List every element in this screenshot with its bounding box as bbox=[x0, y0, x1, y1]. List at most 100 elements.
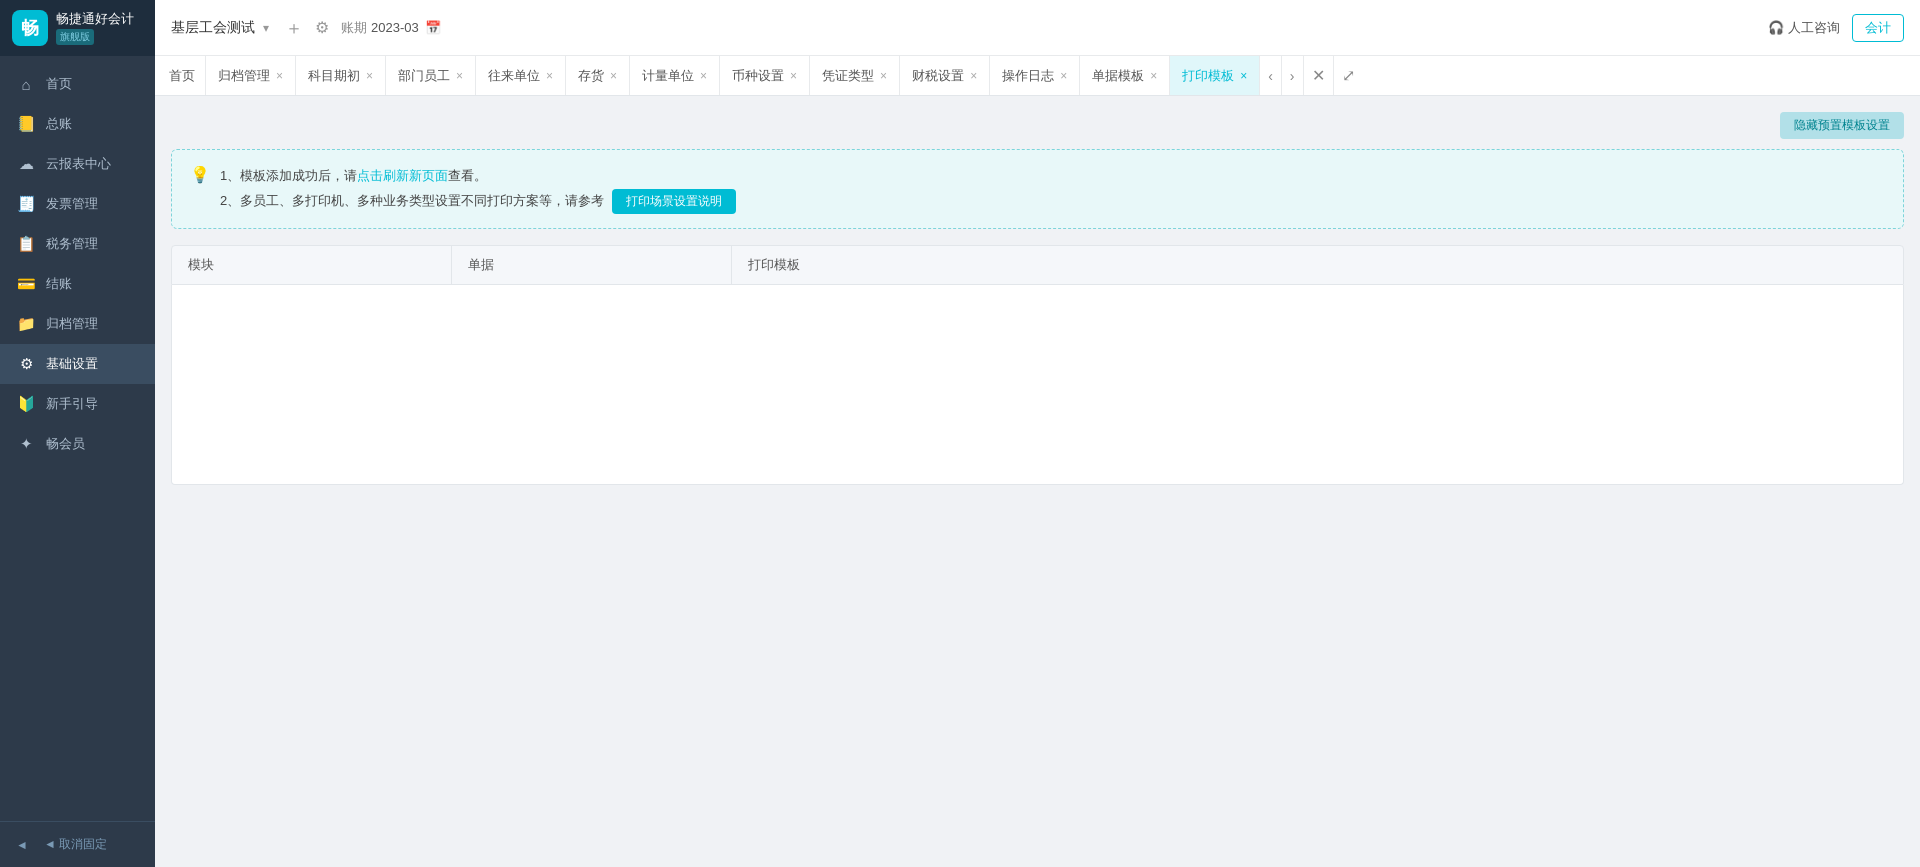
tab-subject-close-icon[interactable]: × bbox=[366, 70, 373, 82]
tab-voucher-label: 凭证类型 bbox=[822, 67, 874, 85]
sidebar-item-closing[interactable]: 💳 结账 bbox=[0, 264, 155, 304]
sidebar-logo: 畅 畅捷通好会计 旗舰版 bbox=[0, 0, 155, 56]
member-icon: ✦ bbox=[16, 435, 36, 453]
tab-print-template[interactable]: 打印模板 × bbox=[1170, 56, 1260, 96]
closing-icon: 💳 bbox=[16, 275, 36, 293]
period-info: 账期 2023-03 📅 bbox=[341, 19, 441, 37]
tab-prev-button[interactable]: ‹ bbox=[1260, 56, 1282, 96]
table-col-print-template: 打印模板 bbox=[732, 246, 1903, 284]
sidebar-unpin-button[interactable]: ◄ ◄ 取消固定 bbox=[0, 821, 155, 867]
tab-currency[interactable]: 币种设置 × bbox=[720, 56, 810, 96]
period-value: 2023-03 bbox=[371, 20, 419, 35]
info-refresh-link[interactable]: 点击刷新新页面 bbox=[357, 168, 448, 183]
sidebar-item-ledger[interactable]: 📒 总账 bbox=[0, 104, 155, 144]
tab-archive-label: 归档管理 bbox=[218, 67, 270, 85]
tab-archive[interactable]: 归档管理 × bbox=[206, 56, 296, 96]
top-bar: 基层工会测试 ▾ ＋ ⚙ 账期 2023-03 📅 🎧 人工咨询 会计 bbox=[155, 0, 1920, 56]
tab-inventory-close-icon[interactable]: × bbox=[610, 70, 617, 82]
info-text: 1、模板添加成功后，请点击刷新新页面查看。 2、多员工、多打印机、多种业务类型设… bbox=[220, 164, 736, 214]
company-chevron-icon: ▾ bbox=[263, 21, 269, 35]
guide-icon: 🔰 bbox=[16, 395, 36, 413]
sidebar-item-label: 新手引导 bbox=[46, 395, 98, 413]
sidebar-item-label: 归档管理 bbox=[46, 315, 98, 333]
sidebar-nav: ⌂ 首页 📒 总账 ☁ 云报表中心 🧾 发票管理 📋 税务管理 💳 结账 📁 归… bbox=[0, 56, 155, 821]
tab-department[interactable]: 部门员工 × bbox=[386, 56, 476, 96]
tab-tax-settings[interactable]: 财税设置 × bbox=[900, 56, 990, 96]
home-icon: ⌂ bbox=[16, 76, 36, 93]
logo-badge: 旗舰版 bbox=[56, 29, 94, 45]
sidebar-item-member[interactable]: ✦ 畅会员 bbox=[0, 424, 155, 464]
tab-unit-label: 计量单位 bbox=[642, 67, 694, 85]
tab-inventory-label: 存货 bbox=[578, 67, 604, 85]
tab-currency-label: 币种设置 bbox=[732, 67, 784, 85]
tab-subject[interactable]: 科目期初 × bbox=[296, 56, 386, 96]
hide-template-button[interactable]: 隐藏预置模板设置 bbox=[1780, 112, 1904, 139]
account-button[interactable]: 会计 bbox=[1852, 14, 1904, 42]
explain-button[interactable]: 打印场景设置说明 bbox=[612, 189, 736, 214]
tab-next-button[interactable]: › bbox=[1282, 56, 1304, 96]
tab-inventory[interactable]: 存货 × bbox=[566, 56, 630, 96]
info-line2-prefix: 2、多员工、多打印机、多种业务类型设置不同打印方案等，请参考 bbox=[220, 189, 604, 214]
table-body bbox=[171, 285, 1904, 485]
sidebar-item-label: 税务管理 bbox=[46, 235, 98, 253]
tab-partner[interactable]: 往来单位 × bbox=[476, 56, 566, 96]
top-bar-actions: ＋ ⚙ bbox=[285, 16, 329, 40]
tab-partner-label: 往来单位 bbox=[488, 67, 540, 85]
tab-tax-settings-close-icon[interactable]: × bbox=[970, 70, 977, 82]
company-name: 基层工会测试 bbox=[171, 19, 255, 37]
tab-expand-button[interactable]: ⤢ bbox=[1334, 56, 1363, 96]
reports-icon: ☁ bbox=[16, 155, 36, 173]
tab-department-close-icon[interactable]: × bbox=[456, 70, 463, 82]
sidebar-item-label: 发票管理 bbox=[46, 195, 98, 213]
table-header: 模块 单据 打印模板 bbox=[171, 245, 1904, 285]
tab-unit-close-icon[interactable]: × bbox=[700, 70, 707, 82]
tab-partner-close-icon[interactable]: × bbox=[546, 70, 553, 82]
sidebar-item-reports[interactable]: ☁ 云报表中心 bbox=[0, 144, 155, 184]
tab-voucher[interactable]: 凭证类型 × bbox=[810, 56, 900, 96]
sidebar-item-label: 畅会员 bbox=[46, 435, 85, 453]
sidebar-item-invoice[interactable]: 🧾 发票管理 bbox=[0, 184, 155, 224]
tab-single-template[interactable]: 单据模板 × bbox=[1080, 56, 1170, 96]
sidebar-item-label: 总账 bbox=[46, 115, 72, 133]
calendar-icon[interactable]: 📅 bbox=[425, 20, 441, 35]
content-area: 隐藏预置模板设置 💡 1、模板添加成功后，请点击刷新新页面查看。 2、多员工、多… bbox=[155, 96, 1920, 867]
tab-bar: 首页 归档管理 × 科目期初 × 部门员工 × 往来单位 × 存货 × 计量单位… bbox=[155, 56, 1920, 96]
period-label: 账期 bbox=[341, 19, 367, 37]
sidebar-item-home[interactable]: ⌂ 首页 bbox=[0, 64, 155, 104]
tab-log-label: 操作日志 bbox=[1002, 67, 1054, 85]
tab-currency-close-icon[interactable]: × bbox=[790, 70, 797, 82]
sidebar-item-label: 结账 bbox=[46, 275, 72, 293]
tab-voucher-close-icon[interactable]: × bbox=[880, 70, 887, 82]
tab-home[interactable]: 首页 bbox=[155, 56, 206, 96]
invoice-icon: 🧾 bbox=[16, 195, 36, 213]
company-selector[interactable]: 基层工会测试 ▾ bbox=[171, 19, 269, 37]
tab-single-template-label: 单据模板 bbox=[1092, 67, 1144, 85]
headset-icon: 🎧 bbox=[1768, 20, 1784, 35]
info-line1: 1、模板添加成功后，请点击刷新新页面查看。 bbox=[220, 164, 736, 189]
tab-log[interactable]: 操作日志 × bbox=[990, 56, 1080, 96]
tab-archive-close-icon[interactable]: × bbox=[276, 70, 283, 82]
service-label: 人工咨询 bbox=[1788, 19, 1840, 37]
settings-gear-icon[interactable]: ⚙ bbox=[315, 18, 329, 37]
tab-single-template-close-icon[interactable]: × bbox=[1150, 70, 1157, 82]
sidebar-item-guide[interactable]: 🔰 新手引导 bbox=[0, 384, 155, 424]
service-button[interactable]: 🎧 人工咨询 bbox=[1768, 19, 1840, 37]
info-box: 💡 1、模板添加成功后，请点击刷新新页面查看。 2、多员工、多打印机、多种业务类… bbox=[171, 149, 1904, 229]
tab-unit[interactable]: 计量单位 × bbox=[630, 56, 720, 96]
logo-name: 畅捷通好会计 bbox=[56, 11, 134, 28]
tab-close-all-button[interactable]: ✕ bbox=[1304, 56, 1334, 96]
tab-department-label: 部门员工 bbox=[398, 67, 450, 85]
sidebar-item-archive[interactable]: 📁 归档管理 bbox=[0, 304, 155, 344]
table-col-module: 模块 bbox=[172, 246, 452, 284]
sidebar-item-settings[interactable]: ⚙ 基础设置 bbox=[0, 344, 155, 384]
main-area: 基层工会测试 ▾ ＋ ⚙ 账期 2023-03 📅 🎧 人工咨询 会计 首页 bbox=[155, 0, 1920, 867]
add-tab-button[interactable]: ＋ bbox=[285, 16, 303, 40]
pin-icon: ◄ bbox=[16, 838, 36, 852]
sidebar-item-tax[interactable]: 📋 税务管理 bbox=[0, 224, 155, 264]
tab-print-template-close-icon[interactable]: × bbox=[1240, 70, 1247, 82]
tab-print-template-label: 打印模板 bbox=[1182, 67, 1234, 85]
tax-icon: 📋 bbox=[16, 235, 36, 253]
tab-log-close-icon[interactable]: × bbox=[1060, 70, 1067, 82]
account-label: 会计 bbox=[1865, 20, 1891, 35]
bulb-icon: 💡 bbox=[190, 165, 210, 184]
